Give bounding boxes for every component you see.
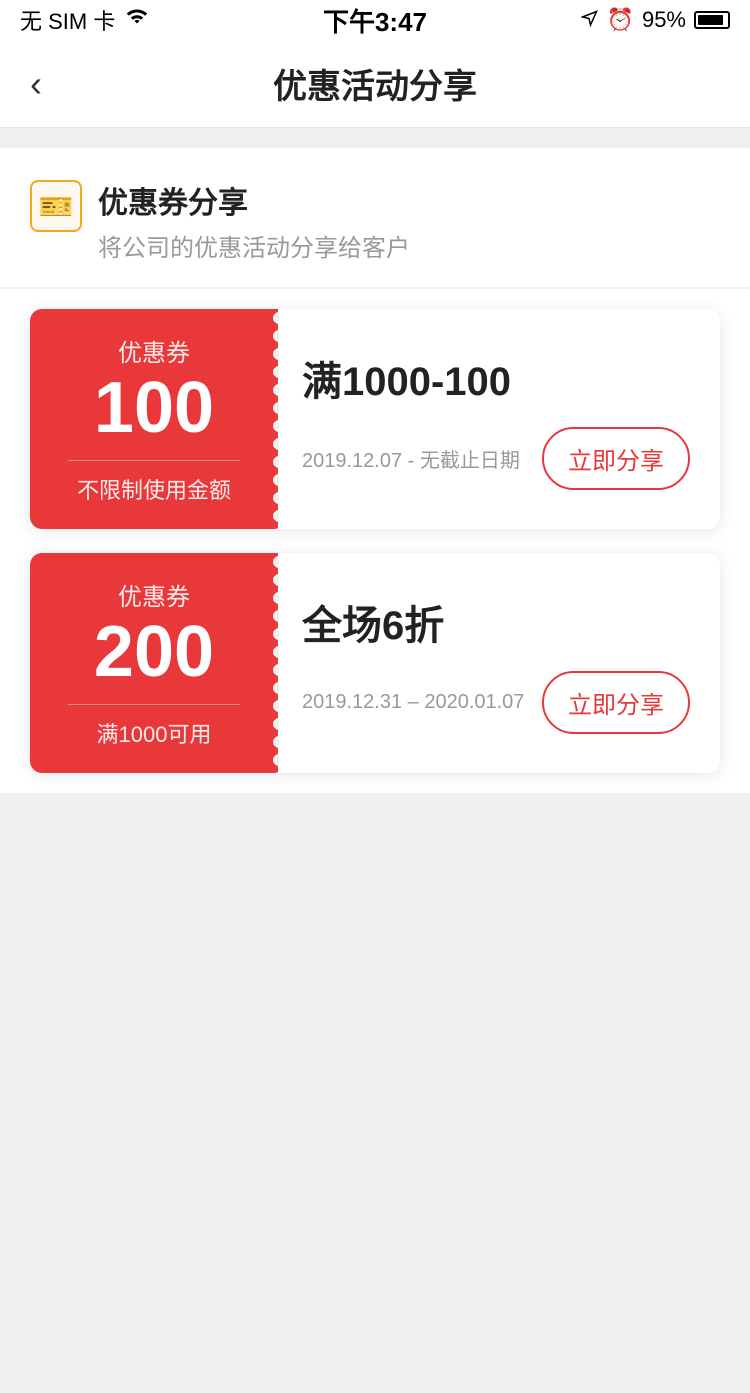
coupon-condition-2: 满1000可用 xyxy=(97,717,212,749)
location-icon xyxy=(581,6,599,34)
serrated-edge-1 xyxy=(265,309,279,529)
coupon-meta-1: 2019.12.07 - 无截止日期 立即分享 xyxy=(302,427,690,490)
coupon-amount-2: 200 xyxy=(94,616,214,688)
back-button[interactable]: ‹ xyxy=(30,66,42,102)
coupon-label-2: 优惠券 xyxy=(118,577,190,612)
nav-title: 优惠活动分享 xyxy=(273,59,477,108)
battery-percent: 95% xyxy=(642,7,686,33)
coupon-label-1: 优惠券 xyxy=(118,333,190,368)
status-right: ⏰ 95% xyxy=(581,6,730,34)
coupon-left-1: 优惠券 100 不限制使用金额 xyxy=(30,309,278,529)
coupon-condition-1: 不限制使用金额 xyxy=(77,473,231,505)
carrier-text: 无 SIM 卡 xyxy=(20,4,115,36)
status-bar: 无 SIM 卡 下午3:47 ⏰ 95% xyxy=(0,0,750,40)
battery-icon xyxy=(694,11,730,29)
section-title: 优惠券分享 xyxy=(98,178,410,222)
status-time: 下午3:47 xyxy=(323,2,427,39)
coupon-card-1: 优惠券 100 不限制使用金额 满1000-100 2019.12.07 - 无… xyxy=(30,309,720,529)
nav-bar: ‹ 优惠活动分享 xyxy=(0,40,750,128)
coupon-divider-line-2 xyxy=(68,704,241,705)
coupon-right-1: 满1000-100 2019.12.07 - 无截止日期 立即分享 xyxy=(278,309,720,529)
coupon-meta-2: 2019.12.31 – 2020.01.07 立即分享 xyxy=(302,671,690,734)
coupon-amount-1: 100 xyxy=(94,372,214,444)
coupon-right-2: 全场6折 2019.12.31 – 2020.01.07 立即分享 xyxy=(278,553,720,773)
coupon-date-2: 2019.12.31 – 2020.01.07 xyxy=(302,691,526,714)
coupon-left-2: 优惠券 200 满1000可用 xyxy=(30,553,278,773)
section-icon: 🎫 xyxy=(30,180,82,232)
page-background xyxy=(0,793,750,1393)
status-left: 无 SIM 卡 xyxy=(20,4,149,36)
share-button-2[interactable]: 立即分享 xyxy=(542,671,690,734)
coupon-card-2: 优惠券 200 满1000可用 全场6折 2019.12.31 – 2020.0… xyxy=(30,553,720,773)
coupon-name-2: 全场6折 xyxy=(302,593,690,651)
coupon-list: 优惠券 100 不限制使用金额 满1000-100 2019.12.07 - 无… xyxy=(0,289,750,793)
wifi-icon xyxy=(125,7,149,33)
section-header: 🎫 优惠券分享 将公司的优惠活动分享给客户 xyxy=(0,148,750,287)
section-text: 优惠券分享 将公司的优惠活动分享给客户 xyxy=(98,178,410,263)
coupon-date-1: 2019.12.07 - 无截止日期 xyxy=(302,444,526,473)
coupon-divider-line-1 xyxy=(68,460,241,461)
serrated-edge-2 xyxy=(265,553,279,773)
section-desc: 将公司的优惠活动分享给客户 xyxy=(98,228,410,263)
share-button-1[interactable]: 立即分享 xyxy=(542,427,690,490)
coupon-name-1: 满1000-100 xyxy=(302,349,690,407)
alarm-icon: ⏰ xyxy=(607,7,634,33)
